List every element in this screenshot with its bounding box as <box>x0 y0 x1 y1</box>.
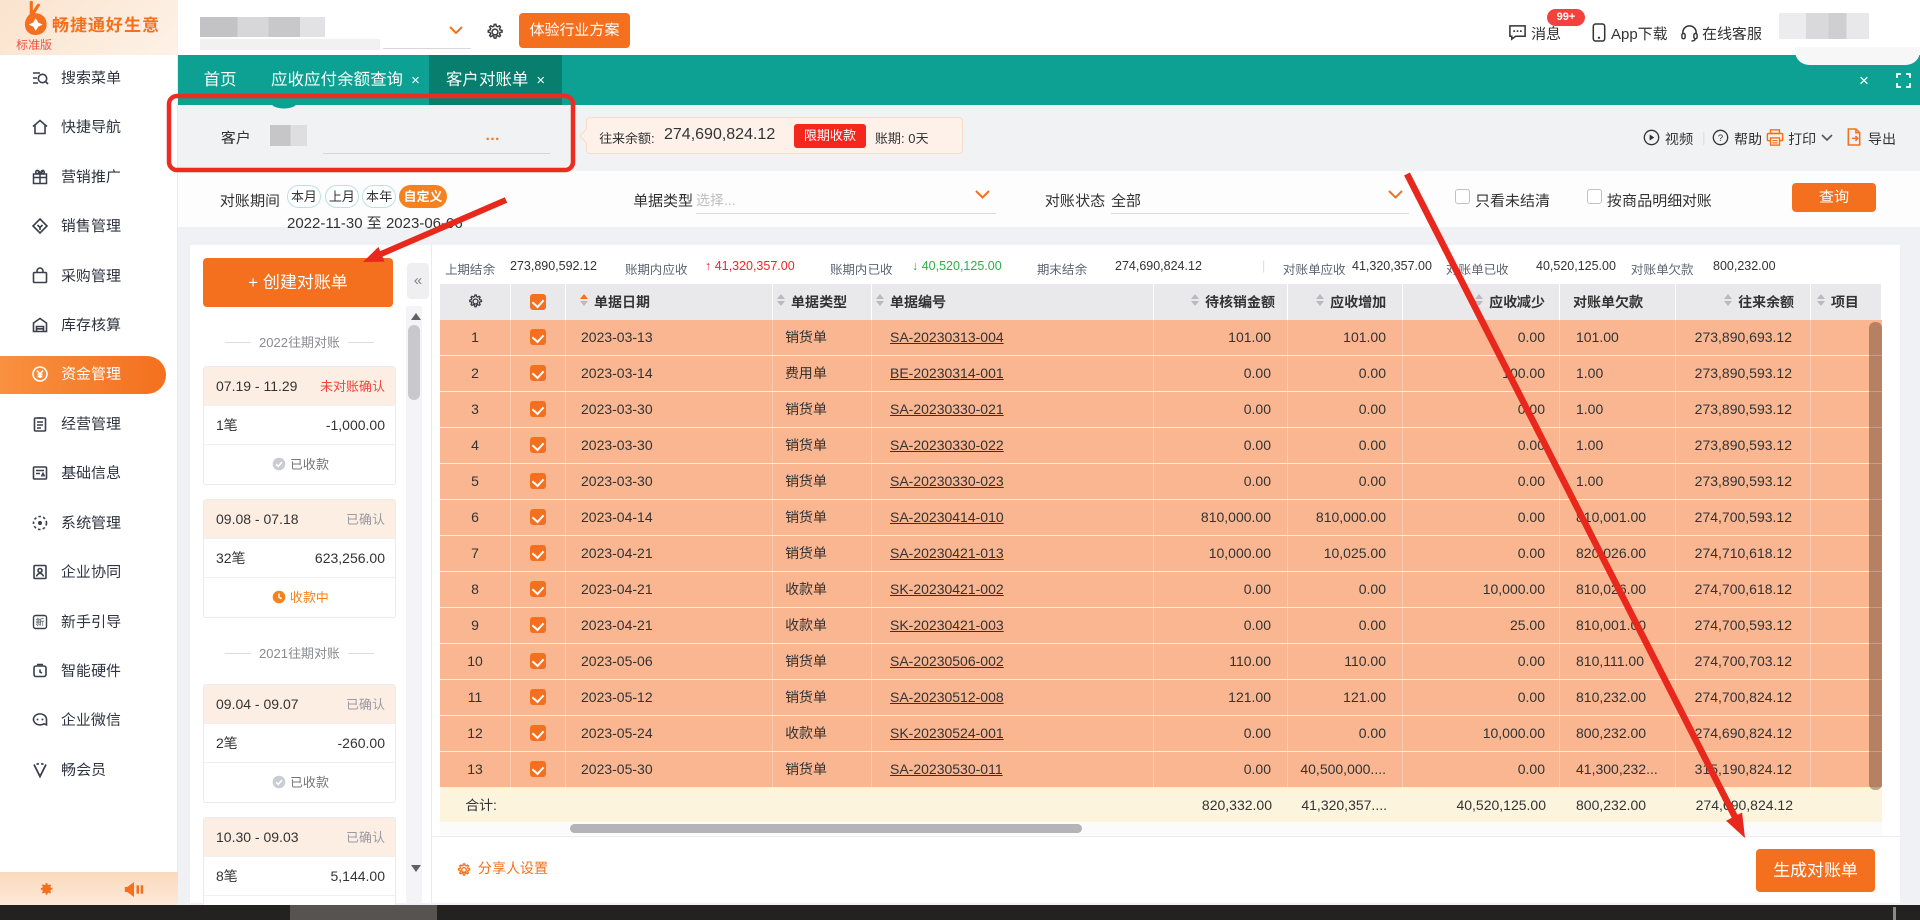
svg-text:?: ? <box>1718 133 1723 144</box>
svg-text:新: 新 <box>35 616 44 629</box>
